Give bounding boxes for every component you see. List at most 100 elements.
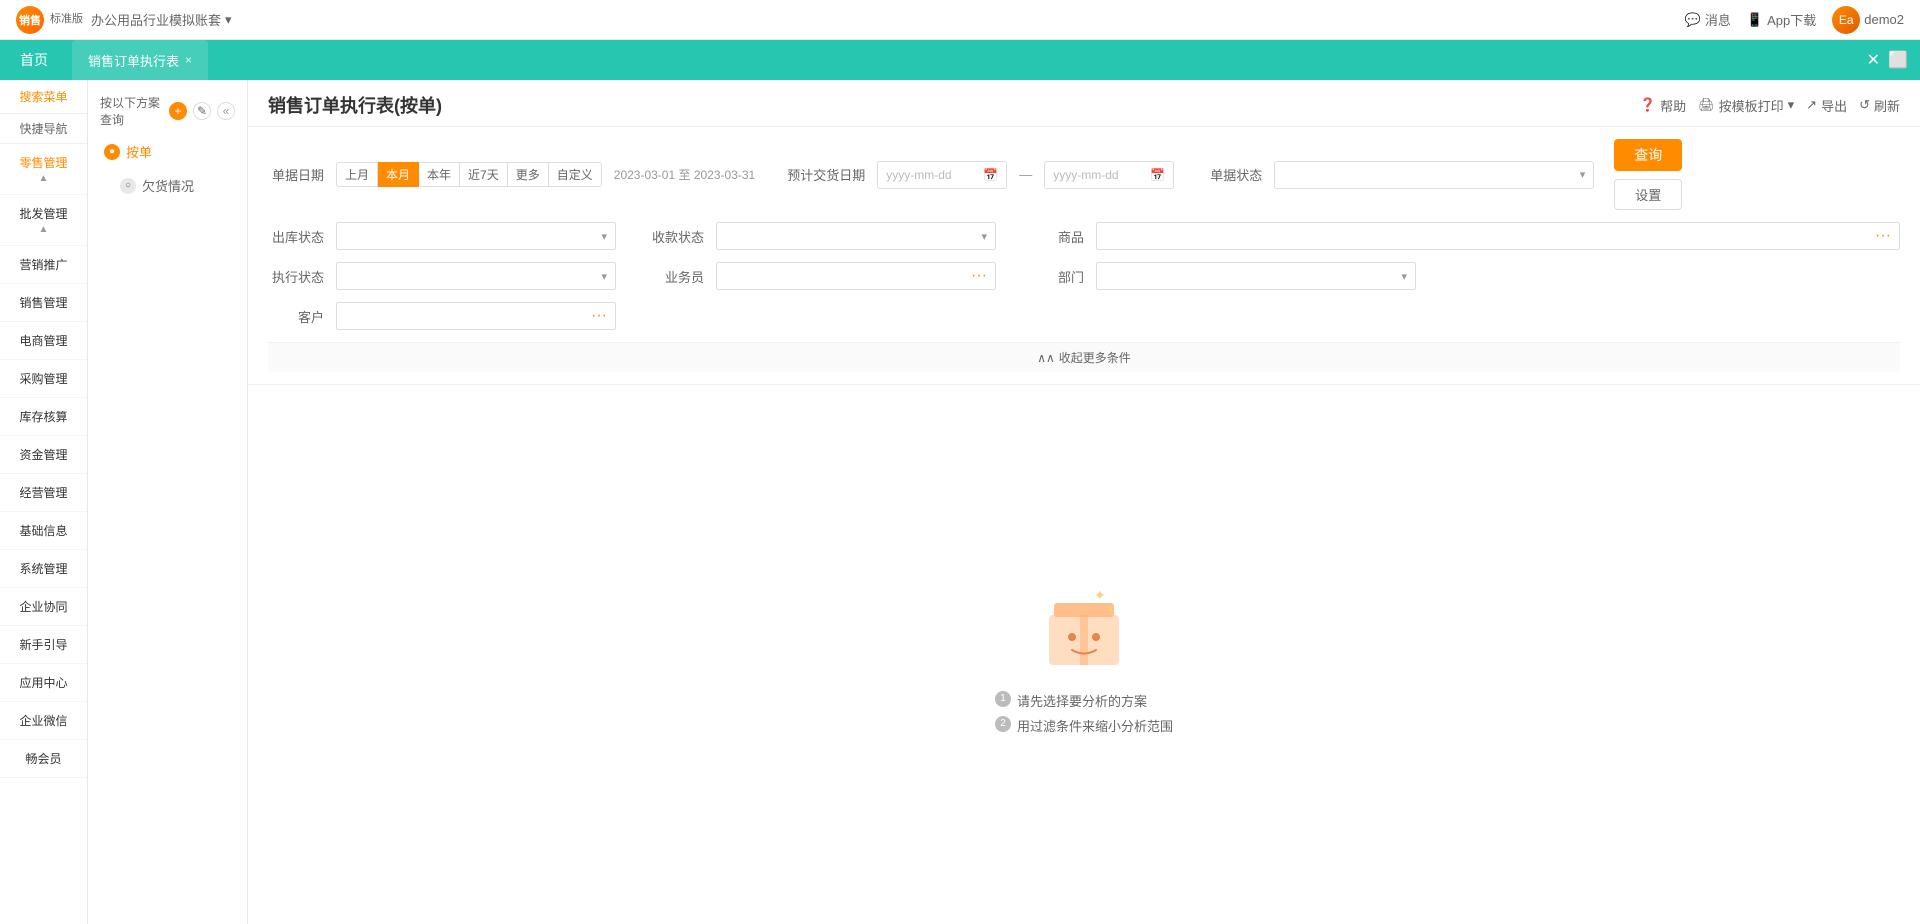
right-content: 销售订单执行表(按单) ❓ 帮助 🖨 按模板打印 ▾ ↗ [248, 80, 1920, 924]
app-download-button[interactable]: 📱 App下载 [1747, 10, 1816, 29]
header-right: 💬 消息 📱 App下载 Ea demo2 [1685, 6, 1904, 34]
user-profile[interactable]: Ea demo2 [1832, 6, 1904, 34]
customer-dots-icon[interactable]: ··· [591, 307, 607, 325]
sidebar: 搜索菜单 快捷导航 零售管理 ▲ 批发管理 ▲ 营销推广 销售管理 电商管理 采… [0, 80, 88, 924]
product-field: ··· [1096, 222, 1900, 250]
sidebar-item-finance[interactable]: 资金管理 [0, 436, 87, 474]
query-button[interactable]: 查询 [1614, 139, 1682, 171]
status-select[interactable]: ▾ [1274, 161, 1594, 189]
refresh-button[interactable]: ↺ 刷新 [1859, 96, 1900, 115]
date-range-display: 2023-03-01 至 2023-03-31 [614, 166, 755, 183]
chevron-icon: ▲ [39, 224, 49, 235]
export-button[interactable]: ↗ 导出 [1806, 96, 1847, 115]
sidebar-item-system[interactable]: 系统管理 [0, 550, 87, 588]
sidebar-item-inventory[interactable]: 库存核算 [0, 398, 87, 436]
sidebar-item-basic-info[interactable]: 基础信息 [0, 512, 87, 550]
sidebar-item-operations[interactable]: 经营管理 [0, 474, 87, 512]
sidebar-item-ecommerce[interactable]: 电商管理 [0, 322, 87, 360]
dept-label: 部门 [1028, 267, 1084, 286]
date-tab-7days[interactable]: 近7天 [460, 162, 508, 187]
expected-date-start[interactable]: yyyy-mm-dd 📅 [877, 161, 1007, 189]
settings-button[interactable]: 设置 [1614, 179, 1682, 210]
sales-input[interactable]: ··· [716, 262, 996, 290]
content-area: 按以下方案查询 + ✎ « ● 按单 ○ 欠货情况 [88, 80, 1920, 924]
main-layout: 搜索菜单 快捷导航 零售管理 ▲ 批发管理 ▲ 营销推广 销售管理 电商管理 采… [0, 80, 1920, 924]
date-tabs: 上月 本月 本年 近7天 更多 自定义 [336, 162, 602, 187]
left-panel: 按以下方案查询 + ✎ « ● 按单 ○ 欠货情况 [88, 80, 248, 924]
panel-edit-button[interactable]: ✎ [193, 102, 211, 120]
filter-row-4: 客户 ··· [268, 302, 1900, 330]
customer-label: 客户 [268, 307, 324, 326]
print-button[interactable]: 🖨 按模板打印 ▾ [1698, 96, 1794, 115]
expected-date-end[interactable]: yyyy-mm-dd 📅 [1044, 161, 1174, 189]
content-with-panel: 按以下方案查询 + ✎ « ● 按单 ○ 欠货情况 [88, 80, 1920, 924]
sales-label: 业务员 [648, 267, 704, 286]
panel-header: 按以下方案查询 + ✎ « [88, 88, 247, 134]
sidebar-item-purchase[interactable]: 采购管理 [0, 360, 87, 398]
product-label: 商品 [1028, 227, 1084, 246]
logo-icon: 销售 [16, 6, 44, 34]
delivery-dropdown-icon: ▾ [601, 230, 607, 243]
message-button[interactable]: 💬 消息 [1685, 10, 1731, 29]
date-tab-custom[interactable]: 自定义 [549, 162, 602, 187]
sidebar-item-marketing[interactable]: 营销推广 [0, 246, 87, 284]
title-actions: ❓ 帮助 🖨 按模板打印 ▾ ↗ 导出 ↺ [1640, 96, 1900, 115]
date-tab-more[interactable]: 更多 [508, 162, 549, 187]
header-left: 销售 标准版 办公用品行业模拟账套 ▾ [16, 6, 232, 34]
sidebar-item-retail[interactable]: 零售管理 ▲ [0, 144, 87, 195]
collection-label: 收款状态 [648, 227, 704, 246]
user-name: demo2 [1864, 12, 1904, 27]
sidebar-item-app-center[interactable]: 应用中心 [0, 664, 87, 702]
sidebar-search[interactable]: 搜索菜单 [0, 80, 87, 114]
svg-text:✦: ✦ [1106, 605, 1114, 616]
dept-select[interactable]: ▾ [1096, 262, 1416, 290]
product-dots-icon[interactable]: ··· [1875, 227, 1891, 245]
date-filter-group: 上月 本月 本年 近7天 更多 自定义 2023-03-01 至 2023-03… [336, 162, 755, 187]
date-tab-this-month[interactable]: 本月 [378, 162, 419, 187]
panel-collapse-button[interactable]: « [217, 102, 235, 120]
sidebar-item-member[interactable]: 畅会员 [0, 740, 87, 778]
sidebar-item-enterprise-wechat[interactable]: 企业微信 [0, 702, 87, 740]
print-dropdown-icon: ▾ [1788, 97, 1795, 113]
sidebar-item-wholesale[interactable]: 批发管理 ▲ [0, 195, 87, 246]
svg-text:✦: ✦ [1094, 587, 1106, 603]
export-icon: ↗ [1806, 97, 1817, 113]
sidebar-item-guide[interactable]: 新手引导 [0, 626, 87, 664]
date-tab-last-month[interactable]: 上月 [336, 162, 378, 187]
customer-input[interactable]: ··· [336, 302, 616, 330]
expected-date-label: 预计交货日期 [787, 165, 865, 184]
empty-hint: 1 请先选择要分析的方案 2 用过滤条件来缩小分析范围 [995, 691, 1173, 735]
status-label: 单据状态 [1206, 165, 1262, 184]
collapse-bar[interactable]: ∧∧ 收起更多条件 [268, 342, 1900, 372]
empty-state: ✦ ✦ 1 请先选择要分析的方案 [995, 575, 1173, 735]
delivery-select[interactable]: ▾ [336, 222, 616, 250]
sidebar-quick-nav[interactable]: 快捷导航 [0, 114, 87, 144]
tab-home[interactable]: 首页 [0, 40, 68, 80]
tab-sales-order[interactable]: 销售订单执行表 × [72, 40, 208, 80]
logo-text: 销售 [19, 12, 41, 28]
avatar: Ea [1832, 6, 1860, 34]
sales-dots-icon[interactable]: ··· [971, 267, 987, 285]
execute-dropdown-icon: ▾ [601, 270, 607, 283]
panel-add-button[interactable]: + [169, 102, 187, 120]
print-icon: 🖨 [1698, 97, 1715, 113]
sidebar-item-sales[interactable]: 销售管理 [0, 284, 87, 322]
execute-select[interactable]: ▾ [336, 262, 616, 290]
tab-close-icon[interactable]: × [185, 53, 192, 67]
scheme-item-backorder[interactable]: ○ 欠货情况 [88, 169, 247, 202]
help-button[interactable]: ❓ 帮助 [1640, 96, 1686, 115]
collection-select[interactable]: ▾ [716, 222, 996, 250]
filter-row-3: 执行状态 ▾ 业务员 ··· 部门 [268, 262, 1900, 290]
company-name: 办公用品行业模拟账套 [91, 10, 221, 29]
window-expand-icon[interactable]: ⬜ [1888, 50, 1908, 70]
collection-dropdown-icon: ▾ [981, 230, 987, 243]
window-close-icon[interactable]: ✕ [1867, 50, 1880, 70]
product-input[interactable]: ··· [1096, 222, 1900, 250]
company-selector[interactable]: 办公用品行业模拟账套 ▾ [91, 10, 232, 29]
scheme-item-by-order[interactable]: ● 按单 [88, 134, 247, 169]
date-tab-this-year[interactable]: 本年 [419, 162, 460, 187]
logo-subtitle: 标准版 [50, 13, 83, 26]
sales-field: ··· [716, 262, 996, 290]
sidebar-item-enterprise[interactable]: 企业协同 [0, 588, 87, 626]
panel-title: 按以下方案查询 [100, 94, 169, 128]
